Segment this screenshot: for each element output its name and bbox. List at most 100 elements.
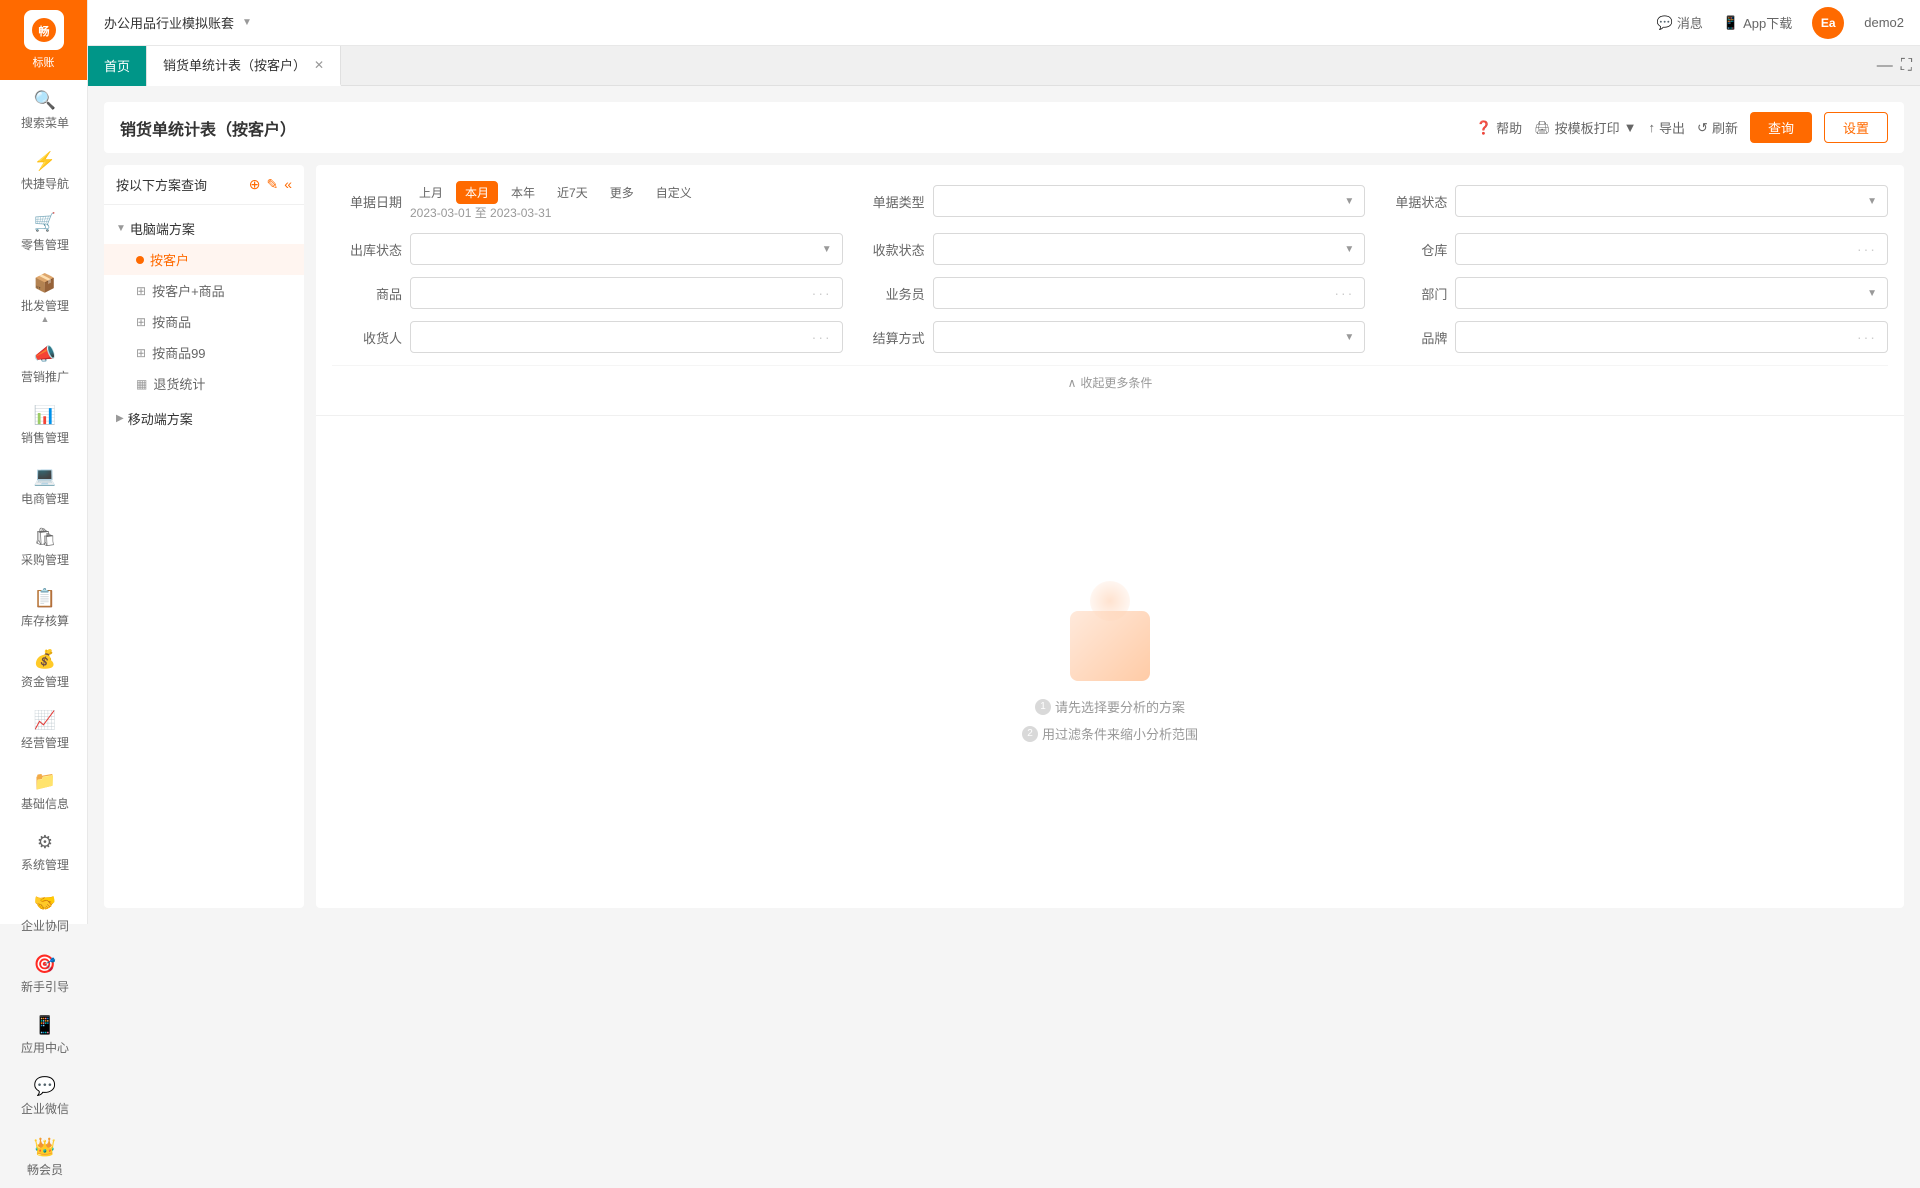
- help-button[interactable]: ❓ 帮助: [1476, 118, 1522, 137]
- edit-scheme-icon[interactable]: ✎: [266, 176, 278, 193]
- sidebar-item-quick-nav[interactable]: ⚡ 快捷导航: [0, 141, 87, 202]
- sidebar-item-newbie[interactable]: 🎯 新手引导: [0, 944, 87, 1005]
- voucher-status-select[interactable]: ▼: [1455, 185, 1888, 217]
- help-label: 帮助: [1496, 118, 1522, 137]
- sidebar-item-wechat[interactable]: 💬 企业微信: [0, 1066, 87, 1127]
- app-download-button[interactable]: 📱 App下载: [1723, 13, 1792, 32]
- salesperson-label: 业务员: [855, 284, 925, 303]
- tree-parent-mobile[interactable]: ▶ 移动端方案: [104, 403, 304, 434]
- sidebar-item-retail[interactable]: 🛒 零售管理: [0, 202, 87, 263]
- tree-parent-pc[interactable]: ▼ 电脑端方案: [104, 213, 304, 244]
- refresh-button[interactable]: ↺ 刷新: [1697, 118, 1738, 137]
- sidebar: 畅 标账 🔍 搜索菜单 ⚡ 快捷导航 🛒 零售管理 📦 批发管理 ▲ 📣 营销推…: [0, 0, 88, 924]
- date-tab-more[interactable]: 更多: [601, 181, 643, 204]
- outbound-control[interactable]: ▼: [410, 233, 843, 265]
- tabs-bar-actions: — ⛶: [1877, 57, 1920, 75]
- brand-control[interactable]: ···: [1455, 321, 1888, 353]
- sidebar-item-ecommerce[interactable]: 💻 电商管理: [0, 456, 87, 517]
- date-tab-last-month[interactable]: 上月: [410, 181, 452, 204]
- tree-child-by-goods[interactable]: ⊞ 按商品: [104, 306, 304, 337]
- top-header: 办公用品行业模拟账套 ▼ 💬 消息 📱 App下载 Ea demo2: [88, 0, 1920, 46]
- recipient-select[interactable]: ···: [410, 321, 843, 353]
- report-tab-label: 销货单统计表（按客户）: [163, 55, 306, 74]
- close-tab-icon[interactable]: ✕: [314, 58, 324, 72]
- department-control[interactable]: ▼: [1455, 277, 1888, 309]
- date-tab-this-month[interactable]: 本月: [456, 181, 498, 204]
- voucher-type-select[interactable]: ▼: [933, 185, 1366, 217]
- marketing-icon: 📣: [34, 344, 56, 365]
- tree-child-return-stats[interactable]: ▦ 退货统计: [104, 368, 304, 399]
- tabs-maximize-icon[interactable]: ⛶: [1901, 57, 1912, 75]
- sidebar-item-enterprise[interactable]: 🤝 企业协同: [0, 883, 87, 944]
- collapse-panel-icon[interactable]: «: [284, 176, 292, 193]
- sidebar-item-marketing[interactable]: 📣 营销推广: [0, 334, 87, 395]
- receipt-control[interactable]: ▼: [933, 233, 1366, 265]
- sidebar-item-sales[interactable]: 📊 销售管理: [0, 395, 87, 456]
- tree-section: ▼ 电脑端方案 按客户 ⊞ 按客户+商品 ⊞ 按商品: [104, 205, 304, 442]
- company-dropdown-icon[interactable]: ▼: [242, 17, 252, 28]
- date-tabs: 上月 本月 本年 近7天 更多 自定义: [410, 181, 701, 204]
- collapse-bar[interactable]: ∧ 收起更多条件: [332, 365, 1888, 399]
- date-tab-this-year[interactable]: 本年: [502, 181, 544, 204]
- sidebar-item-business[interactable]: 📈 经营管理: [0, 700, 87, 761]
- tabs-minimize-icon[interactable]: —: [1877, 57, 1893, 75]
- salesperson-control[interactable]: ···: [933, 277, 1366, 309]
- sidebar-item-inventory[interactable]: 📋 库存核算: [0, 578, 87, 639]
- salesperson-select[interactable]: ···: [933, 277, 1366, 309]
- sidebar-item-label: 企业微信: [21, 1100, 69, 1117]
- template-print-button[interactable]: 🖨 按模板打印 ▼: [1534, 118, 1636, 137]
- svg-text:畅: 畅: [38, 24, 49, 38]
- goods-select[interactable]: ···: [410, 277, 843, 309]
- collapse-up-icon: ∧: [1068, 376, 1077, 390]
- voucher-status-control[interactable]: ▼: [1455, 185, 1888, 217]
- settlement-arrow-icon: ▼: [1344, 332, 1354, 343]
- help-icon: ❓: [1476, 120, 1492, 136]
- company-name: 办公用品行业模拟账套: [104, 13, 234, 32]
- salesperson-item: 业务员 ···: [855, 277, 1366, 309]
- filter-row-1: 单据日期 上月 本月 本年 近7天 更多 自定义: [332, 181, 1888, 221]
- wholesale-icon: 📦: [34, 273, 56, 294]
- refresh-label: 刷新: [1712, 118, 1738, 137]
- tree-child-by-customer[interactable]: 按客户: [104, 244, 304, 275]
- receipt-label: 收款状态: [855, 240, 925, 259]
- grid-icon-2: ⊞: [136, 315, 146, 329]
- sidebar-item-member[interactable]: 👑 畅会员: [0, 1127, 87, 1188]
- sidebar-item-wholesale[interactable]: 📦 批发管理 ▲: [0, 263, 87, 334]
- add-scheme-icon[interactable]: ⊕: [249, 176, 261, 193]
- message-button[interactable]: 💬 消息: [1657, 13, 1703, 32]
- tree-child-by-customer-goods[interactable]: ⊞ 按客户+商品: [104, 275, 304, 306]
- date-tab-7days[interactable]: 近7天: [548, 181, 597, 204]
- sidebar-item-system[interactable]: ⚙ 系统管理: [0, 822, 87, 883]
- wechat-icon: 💬: [34, 1076, 56, 1097]
- tab-home[interactable]: 首页: [88, 46, 147, 86]
- warehouse-select[interactable]: ···: [1455, 233, 1888, 265]
- system-icon: ⚙: [37, 832, 53, 853]
- sidebar-item-basic[interactable]: 📁 基础信息: [0, 761, 87, 822]
- tree-child-by-goods-99[interactable]: ⊞ 按商品99: [104, 337, 304, 368]
- query-button[interactable]: 查询: [1750, 112, 1812, 143]
- outbound-item: 出库状态 ▼: [332, 233, 843, 265]
- export-button[interactable]: ↑ 导出: [1649, 118, 1686, 137]
- app-download-label: App下载: [1743, 13, 1792, 32]
- left-panel-icons: ⊕ ✎ «: [249, 176, 292, 193]
- recipient-control[interactable]: ···: [410, 321, 843, 353]
- receipt-select[interactable]: ▼: [933, 233, 1366, 265]
- sidebar-item-app-center[interactable]: 📱 应用中心: [0, 1005, 87, 1066]
- voucher-type-control[interactable]: ▼: [933, 185, 1366, 217]
- sidebar-item-purchase[interactable]: 🛍 采购管理: [0, 517, 87, 578]
- goods-control[interactable]: ···: [410, 277, 843, 309]
- tab-report[interactable]: 销货单统计表（按客户） ✕: [147, 46, 341, 86]
- refresh-icon: ↺: [1697, 120, 1708, 136]
- outbound-select[interactable]: ▼: [410, 233, 843, 265]
- brand-select[interactable]: ···: [1455, 321, 1888, 353]
- sidebar-item-search-menu[interactable]: 🔍 搜索菜单: [0, 80, 87, 141]
- settlement-control[interactable]: ▼: [933, 321, 1366, 353]
- date-tab-custom[interactable]: 自定义: [647, 181, 701, 204]
- sidebar-item-finance[interactable]: 💰 资金管理: [0, 639, 87, 700]
- warehouse-control[interactable]: ···: [1455, 233, 1888, 265]
- outbound-label: 出库状态: [332, 240, 402, 259]
- avatar[interactable]: Ea: [1812, 7, 1844, 39]
- settings-button[interactable]: 设置: [1824, 112, 1888, 143]
- settlement-select[interactable]: ▼: [933, 321, 1366, 353]
- department-select[interactable]: ▼: [1455, 277, 1888, 309]
